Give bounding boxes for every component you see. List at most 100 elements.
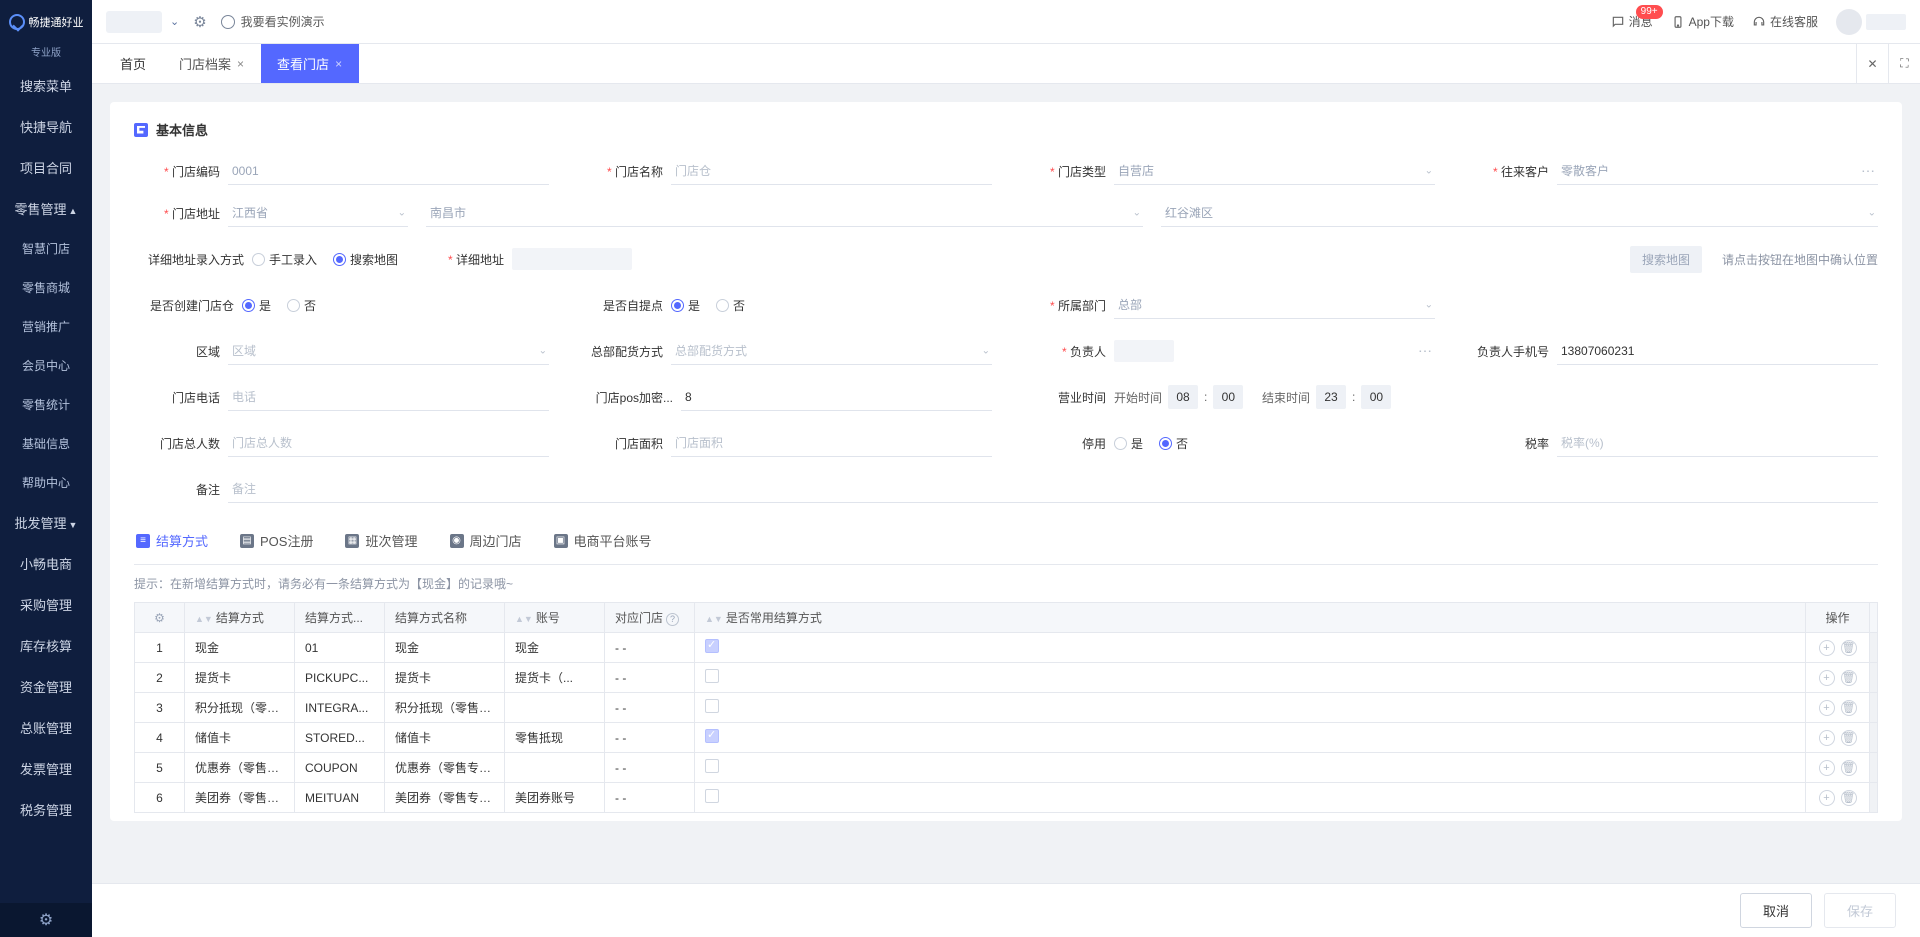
scrollbar-track[interactable]	[1870, 693, 1878, 723]
close-icon[interactable]: ×	[335, 57, 342, 71]
city-select[interactable]	[426, 199, 1143, 227]
nav-ledger[interactable]: 总账管理	[0, 707, 92, 748]
app-download-button[interactable]: App下载	[1671, 13, 1734, 30]
radio-manual[interactable]: 手工录入	[252, 251, 317, 268]
remark-input[interactable]	[228, 475, 1878, 503]
end-min[interactable]: 00	[1361, 385, 1391, 409]
region-select[interactable]	[228, 337, 549, 365]
delete-row-icon[interactable]: 🗑	[1841, 670, 1857, 686]
radio-disabled-yes[interactable]: 是	[1114, 435, 1143, 452]
subtab-ecom[interactable]: ▣电商平台账号	[552, 527, 654, 554]
nav-marketing[interactable]: 营销推广	[0, 307, 92, 346]
cell-common[interactable]	[695, 723, 1806, 753]
radio-wh-yes[interactable]: 是	[242, 297, 271, 314]
online-service-button[interactable]: 在线客服	[1752, 13, 1818, 30]
tab-view-store[interactable]: 查看门店×	[261, 44, 359, 83]
nav-help[interactable]: 帮助中心	[0, 463, 92, 502]
th-gear[interactable]: ⚙	[135, 603, 185, 633]
help-icon[interactable]: ?	[666, 613, 679, 626]
table-row[interactable]: 2提货卡PICKUPC...提货卡提货卡（...- -+🗑	[135, 663, 1878, 693]
nav-retail-mall[interactable]: 零售商城	[0, 268, 92, 307]
staff-input[interactable]	[228, 429, 549, 457]
th-name[interactable]: 结算方式名称	[385, 603, 505, 633]
workspace-selector[interactable]: ⌄	[106, 11, 179, 33]
nav-quick[interactable]: 快捷导航	[0, 106, 92, 147]
save-button[interactable]: 保存	[1824, 893, 1896, 928]
th-settle[interactable]: ▲▼结算方式	[185, 603, 295, 633]
delete-row-icon[interactable]: 🗑	[1841, 640, 1857, 656]
table-row[interactable]: 1现金01现金现金- -+🗑	[135, 633, 1878, 663]
add-row-icon[interactable]: +	[1819, 700, 1835, 716]
nav-member[interactable]: 会员中心	[0, 346, 92, 385]
radio-map[interactable]: 搜索地图	[333, 251, 398, 268]
tax-input[interactable]	[1557, 429, 1878, 457]
hq-ship-select[interactable]	[671, 337, 992, 365]
add-row-icon[interactable]: +	[1819, 640, 1835, 656]
pos-input[interactable]	[681, 383, 992, 411]
search-map-button[interactable]: 搜索地图	[1630, 246, 1702, 273]
scrollbar-track[interactable]	[1870, 633, 1878, 663]
radio-pickup-no[interactable]: 否	[716, 297, 745, 314]
add-row-icon[interactable]: +	[1819, 760, 1835, 776]
scrollbar-track[interactable]	[1870, 783, 1878, 813]
checkbox[interactable]	[705, 699, 719, 713]
nav-retail-stats[interactable]: 零售统计	[0, 385, 92, 424]
nav-project-contract[interactable]: 项目合同	[0, 147, 92, 188]
subtab-nearby[interactable]: ◉周边门店	[448, 527, 524, 554]
th-code[interactable]: 结算方式...	[295, 603, 385, 633]
tab-store-archive[interactable]: 门店档案×	[163, 44, 261, 83]
scrollbar-track[interactable]	[1870, 753, 1878, 783]
cancel-button[interactable]: 取消	[1740, 893, 1812, 928]
start-min[interactable]: 00	[1213, 385, 1243, 409]
radio-wh-no[interactable]: 否	[287, 297, 316, 314]
store-phone-input[interactable]	[228, 383, 549, 411]
subtab-pos[interactable]: ▤POS注册	[238, 527, 315, 554]
subtab-settlement[interactable]: ≡结算方式	[134, 527, 210, 554]
store-name-input[interactable]	[671, 157, 992, 185]
dept-select[interactable]	[1114, 291, 1435, 319]
nav-smart-store[interactable]: 智慧门店	[0, 229, 92, 268]
th-store[interactable]: 对应门店?	[605, 603, 695, 633]
table-row[interactable]: 6美团券（零售专...MEITUAN美团券（零售专用）美团券账号- -+🗑	[135, 783, 1878, 813]
nav-purchase[interactable]: 采购管理	[0, 584, 92, 625]
store-type-select[interactable]	[1114, 157, 1435, 185]
radio-disabled-no[interactable]: 否	[1159, 435, 1188, 452]
cell-common[interactable]	[695, 693, 1806, 723]
scrollbar-track[interactable]	[1870, 663, 1878, 693]
nav-ecommerce[interactable]: 小畅电商	[0, 543, 92, 584]
fullscreen-button[interactable]: ⛶	[1888, 44, 1920, 83]
nav-tax[interactable]: 税务管理	[0, 789, 92, 830]
nav-invoice[interactable]: 发票管理	[0, 748, 92, 789]
end-hour[interactable]: 23	[1316, 385, 1346, 409]
radio-pickup-yes[interactable]: 是	[671, 297, 700, 314]
checkbox[interactable]	[705, 789, 719, 803]
cell-common[interactable]	[695, 633, 1806, 663]
demo-link[interactable]: 我要看实例演示	[221, 13, 325, 30]
close-all-tabs-button[interactable]: ✕	[1856, 44, 1888, 83]
owner-phone-input[interactable]	[1557, 337, 1878, 365]
start-hour[interactable]: 08	[1168, 385, 1198, 409]
add-row-icon[interactable]: +	[1819, 790, 1835, 806]
scrollbar-track[interactable]	[1870, 723, 1878, 753]
customer-select[interactable]	[1557, 157, 1878, 185]
messages-button[interactable]: 消息 99+	[1611, 13, 1653, 30]
checkbox[interactable]	[705, 759, 719, 773]
area-input[interactable]	[671, 429, 992, 457]
delete-row-icon[interactable]: 🗑	[1841, 760, 1857, 776]
nav-wholesale[interactable]: 批发管理▼	[0, 502, 92, 543]
scrollbar-track[interactable]	[1870, 603, 1878, 633]
delete-row-icon[interactable]: 🗑	[1841, 730, 1857, 746]
checkbox[interactable]	[705, 639, 719, 653]
gear-icon[interactable]: ⚙	[193, 13, 206, 31]
delete-row-icon[interactable]: 🗑	[1841, 790, 1857, 806]
nav-funds[interactable]: 资金管理	[0, 666, 92, 707]
cell-common[interactable]	[695, 753, 1806, 783]
checkbox[interactable]	[705, 669, 719, 683]
nav-retail-mgmt[interactable]: 零售管理▲	[0, 188, 92, 229]
table-row[interactable]: 5优惠券（零售专...COUPON优惠券（零售专用）- -+🗑	[135, 753, 1878, 783]
th-common[interactable]: ▲▼是否常用结算方式	[695, 603, 1806, 633]
settings-icon[interactable]: ⚙	[39, 910, 53, 930]
table-row[interactable]: 4储值卡STORED...储值卡零售抵现- -+🗑	[135, 723, 1878, 753]
tab-home[interactable]: 首页	[104, 44, 163, 83]
store-code-input[interactable]	[228, 157, 549, 185]
